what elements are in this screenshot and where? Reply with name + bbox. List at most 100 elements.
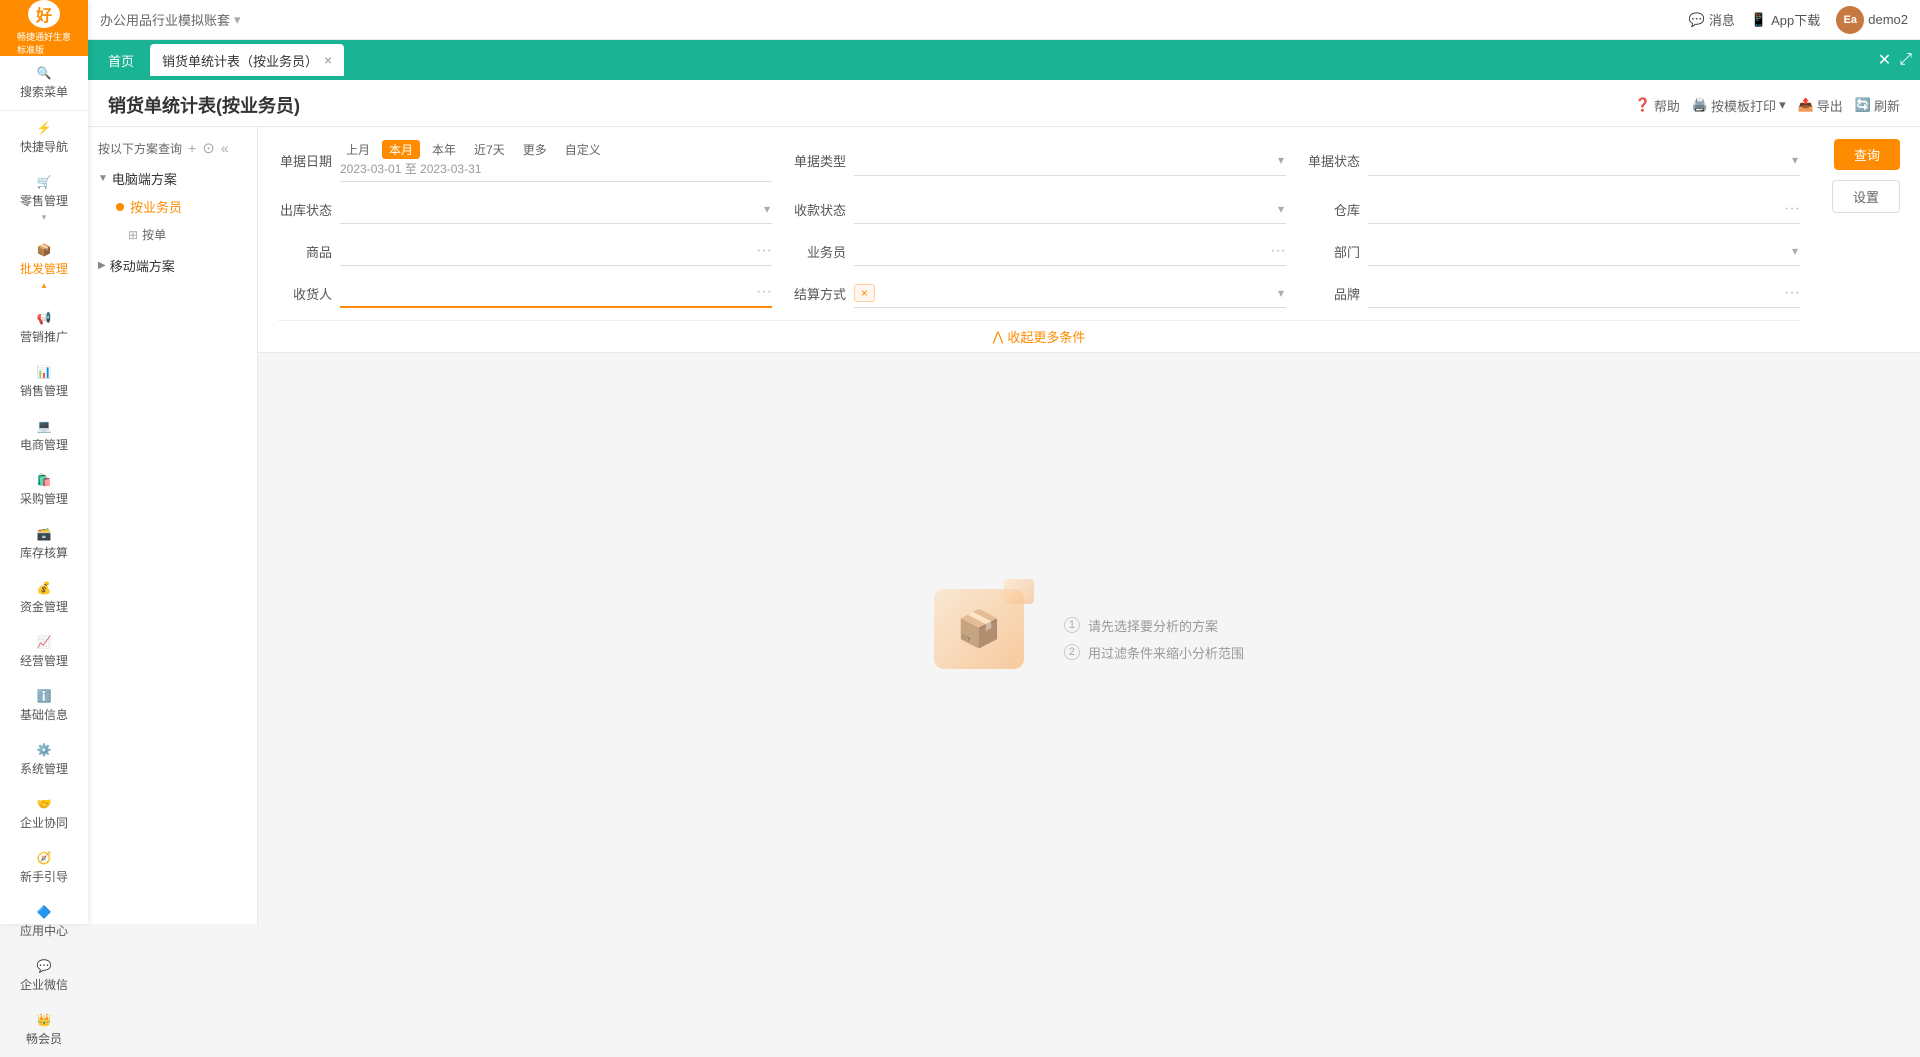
sidebar-item-label: 电商管理 xyxy=(20,436,68,453)
collapse-button[interactable]: ⋀ 收起更多条件 xyxy=(278,320,1800,352)
scheme-group-mobile: ▶ 移动端方案 xyxy=(88,252,257,279)
scheme-group-label: 电脑端方案 xyxy=(112,169,177,188)
sidebar-item-marketing[interactable]: 📢 营销推广 xyxy=(0,301,88,355)
sidebar-item-enterprise[interactable]: 🤝 企业协同 xyxy=(0,787,88,841)
filter-top: 单据日期 上月 本月 本年 近7天 更多 自定义 xyxy=(258,127,1920,353)
empty-state: 📦 1 请先选择要分析的方案 2 xyxy=(258,589,1920,689)
settings-button[interactable]: 设置 xyxy=(1832,180,1900,213)
scheme-item-by-salesperson[interactable]: 按业务员 xyxy=(88,192,257,221)
consignee-input[interactable]: ··· xyxy=(340,278,772,308)
tab-home[interactable]: 首页 xyxy=(96,44,146,76)
filter-brand-row: 品牌 ··· xyxy=(1306,278,1800,308)
user-action[interactable]: Ea demo2 xyxy=(1836,6,1908,34)
print-button[interactable]: 🖨️ 按模板打印 ▾ xyxy=(1692,96,1786,115)
sidebar-item-retail[interactable]: 🛒 零售管理 ▾ xyxy=(0,165,88,233)
window-maximize-icon[interactable]: ⤢ xyxy=(1899,51,1912,69)
tab-sales-stat[interactable]: 销货单统计表（按业务员） × xyxy=(150,44,344,76)
scheme-header: 按以下方案查询 + ⊙ « xyxy=(88,135,257,161)
scheme-group-pc-title[interactable]: ▼ 电脑端方案 xyxy=(88,165,257,192)
window-close-icon[interactable]: ✕ xyxy=(1878,50,1891,70)
filter-consignee-row: 收货人 ··· xyxy=(278,278,772,308)
doctype-chevron-icon: ▾ xyxy=(1278,153,1284,167)
chevron-down-icon: ▾ xyxy=(42,212,47,223)
tab-close-icon[interactable]: × xyxy=(324,52,332,68)
settlement-tag: × xyxy=(854,284,875,302)
page-actions: ❓ 帮助 🖨️ 按模板打印 ▾ 📤 导出 🔄 刷新 xyxy=(1635,96,1900,115)
scheme-panel: 按以下方案查询 + ⊙ « ▼ 电脑端方案 按业务员 ⊞ xyxy=(88,127,258,924)
collapse-icon: ⋀ xyxy=(993,329,1004,345)
quicknav-icon: ⚡ xyxy=(37,121,52,135)
sidebar-item-sales[interactable]: 📊 销售管理 xyxy=(0,355,88,409)
app-logo[interactable]: 好 畅捷通好生意标准版 xyxy=(0,0,88,56)
date-tab-lastmonth[interactable]: 上月 xyxy=(340,139,376,160)
scheme-collapse-button[interactable]: « xyxy=(221,140,229,156)
export-button[interactable]: 📤 导出 xyxy=(1798,96,1843,115)
date-tab-thismonth[interactable]: 本月 xyxy=(382,140,420,159)
date-tab-custom[interactable]: 自定义 xyxy=(559,139,607,160)
scheme-subitem-icon: ⊞ xyxy=(128,228,138,242)
doctype-select[interactable] xyxy=(854,145,1286,175)
user-name: demo2 xyxy=(1868,12,1908,27)
retail-icon: 🛒 xyxy=(37,175,52,189)
scheme-add-button[interactable]: + xyxy=(188,140,196,156)
scheme-group-pc: ▼ 电脑端方案 按业务员 ⊞ 按单 xyxy=(88,165,257,248)
logo-icon: 好 xyxy=(28,0,60,28)
system-icon: ⚙️ xyxy=(37,743,52,757)
scheme-group-mobile-arrow-icon: ▶ xyxy=(98,260,106,271)
sidebar-item-guide[interactable]: 🧭 新手引导 xyxy=(0,841,88,895)
warehouse-input[interactable]: ··· xyxy=(1368,194,1800,224)
sidebar-item-label: 系统管理 xyxy=(20,760,68,777)
sidebar-item-label: 经营管理 xyxy=(20,652,68,669)
sidebar-item-quicknav[interactable]: ⚡ 快捷导航 xyxy=(0,111,88,165)
sidebar-item-system[interactable]: ⚙️ 系统管理 xyxy=(0,733,88,787)
salesperson-input[interactable]: ··· xyxy=(854,236,1286,266)
date-range-text: 2023-03-01 至 2023-03-31 xyxy=(340,160,772,177)
sidebar-item-purchase[interactable]: 🛍️ 采购管理 xyxy=(0,463,88,517)
goods-input[interactable]: ··· xyxy=(340,236,772,266)
search-nav-icon: 🔍 xyxy=(37,66,52,80)
scheme-edit-button[interactable]: ⊙ xyxy=(202,139,215,157)
outstatus-select[interactable] xyxy=(340,194,772,224)
scheme-item-by-order[interactable]: ⊞ 按单 xyxy=(88,221,257,248)
sidebar-item-ecommerce[interactable]: 💻 电商管理 xyxy=(0,409,88,463)
brand-input[interactable]: ··· xyxy=(1368,278,1800,308)
date-tab-more[interactable]: 更多 xyxy=(517,139,553,160)
sidebar: 好 畅捷通好生意标准版 🔍 搜索菜单 ⚡ 快捷导航 🛒 零售管理 ▾ 📦 批发管… xyxy=(0,0,88,924)
date-tab-thisyear[interactable]: 本年 xyxy=(426,139,462,160)
sidebar-item-label: 营销推广 xyxy=(20,328,68,345)
receiptstatus-chevron-icon: ▾ xyxy=(1278,202,1284,216)
sidebar-item-member[interactable]: 👑 畅会员 xyxy=(0,1003,88,1057)
filter-dept-row: 部门 ▾ xyxy=(1306,236,1800,266)
sidebar-item-wxwork[interactable]: 💬 企业微信 xyxy=(0,949,88,1003)
empty-hint-1: 1 请先选择要分析的方案 xyxy=(1064,616,1244,635)
guide-icon: 🧭 xyxy=(37,851,52,865)
filter-warehouse-row: 仓库 ··· xyxy=(1306,194,1800,224)
scheme-group-mobile-title[interactable]: ▶ 移动端方案 xyxy=(88,252,257,279)
settlement-tag-x-btn[interactable]: × xyxy=(861,286,868,300)
docstatus-select[interactable] xyxy=(1368,145,1800,175)
sidebar-item-appcenter[interactable]: 🔷 应用中心 xyxy=(0,895,88,949)
sidebar-item-inventory[interactable]: 🗃️ 库存核算 xyxy=(0,517,88,571)
app-download-action[interactable]: 📱 App下载 xyxy=(1751,10,1820,29)
breadcrumb-text: 办公用品行业模拟账套 xyxy=(100,10,230,29)
body-area: 按以下方案查询 + ⊙ « ▼ 电脑端方案 按业务员 ⊞ xyxy=(88,127,1920,924)
hint-number-1: 1 xyxy=(1064,617,1080,633)
hint-number-2: 2 xyxy=(1064,644,1080,660)
salesperson-label: 业务员 xyxy=(792,242,846,261)
sidebar-item-basic-info[interactable]: ℹ️ 基础信息 xyxy=(0,679,88,733)
dept-select[interactable] xyxy=(1368,236,1800,266)
message-action[interactable]: 💬 消息 xyxy=(1689,10,1735,29)
doctype-label: 单据类型 xyxy=(792,151,846,170)
refresh-button[interactable]: 🔄 刷新 xyxy=(1855,96,1900,115)
sidebar-item-finance[interactable]: 💰 资金管理 xyxy=(0,571,88,625)
date-tab-7days[interactable]: 近7天 xyxy=(468,139,511,160)
receiptstatus-select[interactable] xyxy=(854,194,1286,224)
sidebar-item-operations[interactable]: 📈 经营管理 xyxy=(0,625,88,679)
collapse-label: 收起更多条件 xyxy=(1007,327,1085,346)
sidebar-item-wholesale[interactable]: 📦 批发管理 ▴ xyxy=(0,233,88,301)
query-button[interactable]: 查询 xyxy=(1834,139,1900,170)
goods-dots-icon: ··· xyxy=(756,242,772,260)
help-button[interactable]: ❓ 帮助 xyxy=(1635,96,1680,115)
sidebar-item-search[interactable]: 🔍 搜索菜单 xyxy=(0,56,88,111)
date-label: 单据日期 xyxy=(278,151,332,170)
